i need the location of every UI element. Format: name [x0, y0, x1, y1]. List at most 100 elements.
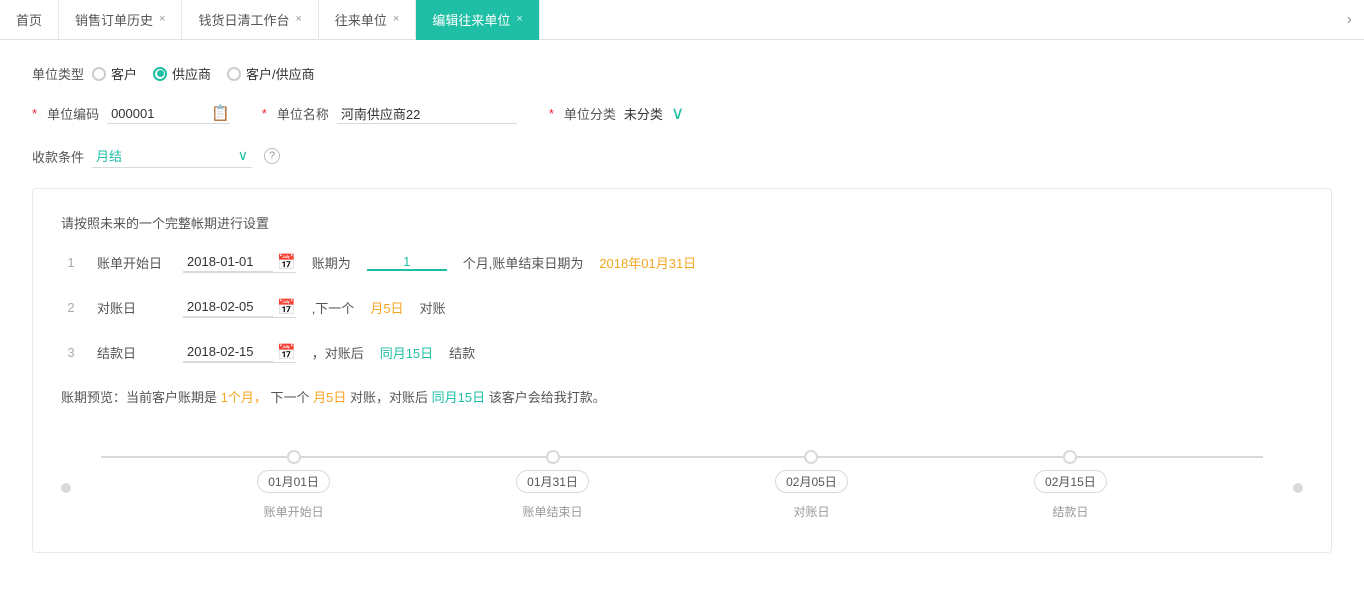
tab-cashflow[interactable]: 钱货日清工作台 ×: [182, 0, 318, 40]
payment-condition-value: 月结: [96, 146, 238, 165]
payment-condition-label: 收款条件: [32, 147, 84, 166]
content-area: 单位类型 客户 供应商 客户/供应商 * 单位编码: [0, 40, 1364, 608]
unit-type-label: 单位类型: [32, 64, 84, 83]
tab-cashflow-close[interactable]: ×: [295, 14, 301, 25]
tab-partner[interactable]: 往来单位 ×: [319, 0, 416, 40]
settings-card: 请按照未来的一个完整帐期进行设置 1 账单开始日 📅 账期为 个月,账单结束日期…: [32, 188, 1332, 553]
timeline-node-3-dot: [804, 450, 818, 464]
radio-customer-label: 客户: [111, 64, 137, 83]
timeline-node-4: 02月15日 结款日: [1034, 450, 1107, 520]
timeline-nodes: 01月01日 账单开始日 01月31日 账单结束日 02月05日 对账日: [61, 450, 1303, 520]
row-3-field-label: 结款日: [97, 343, 167, 362]
tabs-bar: 首页 销售订单历史 × 钱货日清工作台 × 往来单位 × 编辑往来单位 × ›: [0, 0, 1364, 40]
row-1-date-input[interactable]: [183, 252, 273, 272]
row-2-field-label: 对账日: [97, 298, 167, 317]
tab-edit-partner[interactable]: 编辑往来单位 ×: [416, 0, 539, 40]
row-2-calendar-icon[interactable]: 📅: [277, 298, 296, 316]
unit-category-required: *: [549, 106, 554, 121]
unit-info-row: * 单位编码 📋 * 单位名称 * 单位分类 未分类 ∨: [32, 103, 1332, 124]
unit-code-label: 单位编码: [47, 104, 99, 123]
setting-row-1: 1 账单开始日 📅 账期为 个月,账单结束日期为 2018年01月31日: [61, 252, 1303, 273]
payment-help-icon[interactable]: ?: [264, 148, 280, 164]
timeline-node-1: 01月01日 账单开始日: [257, 450, 330, 520]
tab-edit-partner-label: 编辑往来单位: [432, 10, 510, 29]
unit-name-label: 单位名称: [277, 104, 329, 123]
timeline-node-1-date: 01月01日: [257, 470, 330, 493]
radio-customer-circle: [92, 67, 106, 81]
timeline-node-3: 02月05日 对账日: [775, 450, 848, 520]
row-2-number: 2: [61, 300, 81, 315]
payment-condition-select[interactable]: 月结 ∨: [92, 144, 252, 168]
unit-code-picker-icon[interactable]: 📋: [211, 104, 230, 122]
unit-category-arrow-icon: ∨: [671, 103, 684, 124]
radio-customer-supplier[interactable]: 客户/供应商: [227, 64, 315, 83]
preview-row: 账期预览：当前客户账期是 1个月， 下一个 月5日 对账，对账后 同月15日 该…: [61, 387, 1303, 406]
tab-sales-history-label: 销售订单历史: [75, 10, 153, 29]
row-3-date-input[interactable]: [183, 342, 273, 362]
unit-category-value: 未分类: [624, 104, 663, 123]
tab-sales-history-close[interactable]: ×: [159, 14, 165, 25]
radio-customer[interactable]: 客户: [92, 64, 137, 83]
timeline-node-2-date: 01月31日: [516, 470, 589, 493]
timeline-node-2-label: 账单结束日: [523, 503, 583, 520]
timeline-node-1-label: 账单开始日: [264, 503, 324, 520]
unit-name-group: * 单位名称: [262, 104, 517, 124]
row-3-date-input-wrapper: 📅: [183, 342, 296, 363]
payment-condition-group: 收款条件 月结 ∨ ?: [32, 144, 280, 168]
payment-condition-arrow-icon: ∨: [238, 147, 248, 164]
preview-payment: 同月15日: [432, 390, 485, 405]
unit-code-input[interactable]: [107, 104, 207, 123]
tab-home[interactable]: 首页: [0, 0, 59, 40]
timeline-node-4-dot: [1063, 450, 1077, 464]
tab-more-button[interactable]: ›: [1335, 11, 1364, 29]
timeline-node-4-date: 02月15日: [1034, 470, 1107, 493]
radio-supplier-circle: [153, 67, 167, 81]
radio-supplier[interactable]: 供应商: [153, 64, 211, 83]
row-3-desc-suffix: 结款: [449, 343, 475, 362]
radio-customer-supplier-circle: [227, 67, 241, 81]
setting-row-3: 3 结款日 📅 ，对账后 同月15日 结款: [61, 342, 1303, 363]
preview-prefix: 账期预览：当前客户账期是: [61, 390, 217, 405]
row-1-number: 1: [61, 255, 81, 270]
row-3-number: 3: [61, 345, 81, 360]
tab-cashflow-label: 钱货日清工作台: [198, 10, 289, 29]
unit-type-row: 单位类型 客户 供应商 客户/供应商: [32, 64, 1332, 83]
unit-type-group: 单位类型 客户 供应商 客户/供应商: [32, 64, 315, 83]
row-3-desc-prefix: ，对账后: [312, 343, 364, 362]
row-3-calendar-icon[interactable]: 📅: [277, 343, 296, 361]
unit-category-group: * 单位分类 未分类 ∨: [549, 103, 744, 124]
preview-after: 对账，对账后: [350, 390, 428, 405]
row-2-desc-highlight: 月5日: [370, 298, 403, 317]
unit-code-required: *: [32, 106, 37, 121]
timeline-node-3-label: 对账日: [793, 503, 829, 520]
row-1-date-input-wrapper: 📅: [183, 252, 296, 273]
radio-customer-supplier-label: 客户/供应商: [246, 64, 315, 83]
card-title: 请按照未来的一个完整帐期进行设置: [61, 213, 1303, 232]
unit-type-radio-group: 客户 供应商 客户/供应商: [92, 64, 315, 83]
row-1-period-input[interactable]: [367, 254, 447, 271]
timeline-right-dot: [1293, 483, 1303, 493]
tab-partner-close[interactable]: ×: [393, 14, 399, 25]
unit-code-input-wrapper: 📋: [107, 104, 230, 124]
preview-suffix: 该客户会给我打款。: [489, 390, 606, 405]
row-3-desc-highlight: 同月15日: [380, 343, 433, 362]
timeline-node-3-date: 02月05日: [775, 470, 848, 493]
row-1-period-end: 2018年01月31日: [599, 253, 696, 272]
row-2-desc-prefix: ,下一个: [312, 298, 355, 317]
row-1-period-unit: 个月,账单结束日期为: [463, 253, 584, 272]
payment-condition-row: 收款条件 月结 ∨ ?: [32, 144, 1332, 168]
preview-connector: 下一个: [271, 390, 310, 405]
timeline-left-dot: [61, 483, 71, 493]
timeline-node-2-dot: [546, 450, 560, 464]
unit-code-group: * 单位编码 📋: [32, 104, 230, 124]
row-1-period-label: 账期为: [312, 253, 351, 272]
unit-category-select[interactable]: 未分类 ∨: [624, 103, 744, 124]
tab-edit-partner-close[interactable]: ×: [516, 14, 522, 25]
row-2-date-input[interactable]: [183, 297, 273, 317]
row-1-calendar-icon[interactable]: 📅: [277, 253, 296, 271]
unit-name-input[interactable]: [337, 104, 517, 124]
tab-sales-history[interactable]: 销售订单历史 ×: [59, 0, 182, 40]
tab-partner-label: 往来单位: [335, 10, 387, 29]
row-1-field-label: 账单开始日: [97, 253, 167, 272]
timeline: 01月01日 账单开始日 01月31日 账单结束日 02月05日 对账日: [61, 434, 1303, 528]
